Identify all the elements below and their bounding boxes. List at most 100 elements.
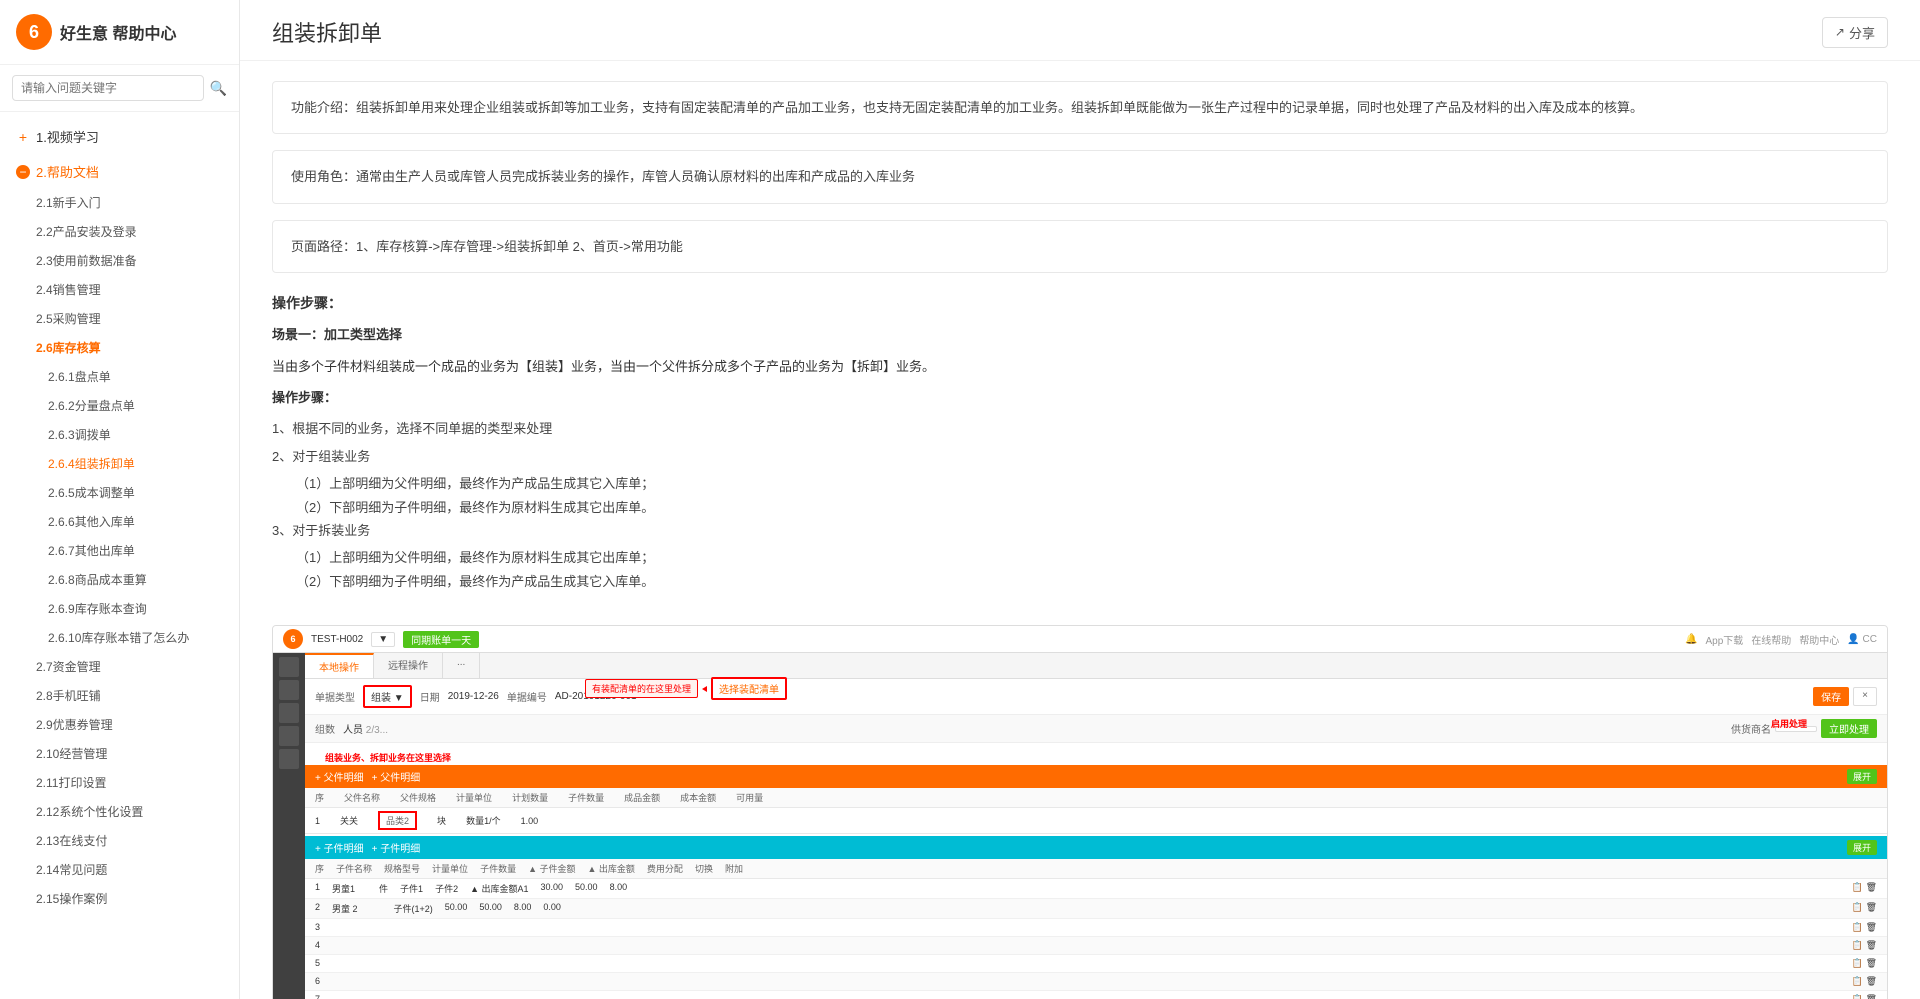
sim-td1-4: 块	[437, 814, 446, 827]
sidebar-item-print[interactable]: 2.11打印设置	[0, 768, 239, 797]
sim-main-content: 本地操作 远程操作 ... 单据类型 组装 ▼ 日期 2019-12-26 单据…	[305, 653, 1887, 999]
sidebar-item-inv267[interactable]: 2.6.7其他出库单	[0, 536, 239, 565]
sim-sub-tab2[interactable]: + 子件明细	[372, 840, 421, 855]
sidebar-item-inv262[interactable]: 2.6.2分量盘点单	[0, 391, 239, 420]
sidebar-item-inv263[interactable]: 2.6.3调拨单	[0, 420, 239, 449]
sidebar-item-inv265[interactable]: 2.6.5成本调整单	[0, 478, 239, 507]
sim-str2-6: 50.00	[445, 902, 468, 915]
sim-sb-icon4	[279, 726, 299, 746]
page-title: 组装拆卸单	[272, 16, 382, 48]
nav-section-docs: 2.帮助文档 2.1新手入门 2.2产品安装及登录 2.3使用前数据准备 2.4…	[0, 155, 239, 913]
sim-sub-table-header: 序 子件名称 规格型号 计量单位 子件数量 ▲ 子件金额 ▲ 出库金额 费用分配…	[305, 859, 1887, 879]
sidebar-item-coupon[interactable]: 2.9优惠券管理	[0, 710, 239, 739]
sim-str1-5: 子件1	[400, 882, 423, 895]
sim-sub-form: 组数 人员 2/3... 组装业务、拆卸业务在这里选择 供货商名	[305, 715, 1887, 743]
sidebar-item-video[interactable]: 1.视频学习	[0, 120, 239, 153]
sim-form-label1: 单据类型	[315, 689, 355, 704]
sim-icon-app: App下载	[1706, 632, 1744, 647]
sidebar-item-cases[interactable]: 2.15操作案例	[0, 884, 239, 913]
sidebar-item-capital[interactable]: 2.7资金管理	[0, 652, 239, 681]
sim-sub-th2: 子件名称	[336, 862, 372, 875]
logo-area: 6 好生意 帮助中心	[0, 0, 239, 65]
search-button[interactable]: 🔍	[210, 80, 227, 97]
sim-save-btn[interactable]: 保存	[1813, 687, 1849, 706]
logo-text: 好生意 帮助中心	[60, 20, 176, 44]
sim-clearlist-btn[interactable]: 选择装配清单	[711, 677, 787, 700]
sidebar-item-inv268[interactable]: 2.6.8商品成本重算	[0, 565, 239, 594]
sim-str4-ops: 📋 🗑	[1852, 940, 1877, 951]
sim-tab-active[interactable]: 本地操作	[305, 653, 374, 678]
share-button[interactable]: ↗ 分享	[1822, 17, 1888, 48]
sim-sub-row3: 3 📋 🗑	[305, 919, 1887, 937]
screenshot-container: 6 TEST-H002 ▼ 同期账单一天 🔔 App下载 在线帮助 帮助中心 👤…	[272, 625, 1888, 999]
sim-count-value: 人员 2/3...	[343, 721, 388, 736]
sim-form-header: 单据类型 组装 ▼ 日期 2019-12-26 单据编号 AD-20191226…	[305, 679, 1887, 715]
sim-icon-center: 帮助中心	[1799, 632, 1839, 647]
sim-icon-help: 在线帮助	[1751, 632, 1791, 647]
sim-expand-btn[interactable]: 展开	[1847, 769, 1877, 784]
sim-left-sidebar	[273, 653, 305, 999]
sim-str1-10: 8.00	[610, 882, 628, 895]
sim-sub-expand-btn[interactable]: 展开	[1847, 840, 1877, 855]
sim-sb-icon2	[279, 680, 299, 700]
sim-str2-ops: 📋 🗑	[1852, 902, 1877, 915]
sim-sub-section-header: + 子件明细 + 子件明细 展开	[305, 836, 1887, 859]
sidebar-item-data[interactable]: 2.3使用前数据准备	[0, 246, 239, 275]
intro-box: 功能介绍：组装拆卸单用来处理企业组装或拆卸等加工业务，支持有固定装配清单的产品加…	[272, 81, 1888, 134]
sidebar-item-docs[interactable]: 2.帮助文档	[0, 155, 239, 188]
sim-sub-row7: 7 📋 🗑	[305, 991, 1887, 999]
sidebar-item-new[interactable]: 2.1新手入门	[0, 188, 239, 217]
sim-process-btn[interactable]: 立即处理	[1821, 719, 1877, 738]
role-text: 使用角色：通常由生产人员或库管人员完成拆装业务的操作，库管人员确认原材料的出库和…	[291, 169, 915, 184]
minus-icon	[16, 165, 30, 179]
sidebar-item-faq[interactable]: 2.14常见问题	[0, 855, 239, 884]
step3-sub1: （1）上部明细为父件明细，最终作为原材料生成其它出库单；	[296, 546, 1888, 569]
sidebar-item-manage[interactable]: 2.10经营管理	[0, 739, 239, 768]
sim-sub-th6: ▲ 子件金额	[528, 862, 575, 875]
sidebar-item-install[interactable]: 2.2产品安装及登录	[0, 217, 239, 246]
sidebar-item-inventory[interactable]: 2.6库存核算	[0, 333, 239, 362]
share-icon: ↗	[1835, 25, 1845, 39]
sim-str3-1: 3	[315, 922, 320, 933]
sim-str5-1: 5	[315, 958, 320, 969]
sidebar-item-inv266[interactable]: 2.6.6其他入库单	[0, 507, 239, 536]
main-area: 组装拆卸单 ↗ 分享 功能介绍：组装拆卸单用来处理企业组装或拆卸等加工业务，支持…	[240, 0, 1920, 999]
sim-section-tab2[interactable]: + 父件明细	[372, 769, 421, 784]
logo-icon: 6	[16, 14, 52, 50]
sim-extra-label: 供货商名	[1731, 721, 1771, 736]
step3: 3、对于拆装业务	[272, 519, 1888, 542]
sim-th9: 可用量	[736, 791, 763, 804]
sim-tab2[interactable]: 远程操作	[374, 653, 443, 678]
sim-sub-th9: 切换	[695, 862, 713, 875]
sim-section-tab1[interactable]: + 父件明细	[315, 769, 364, 784]
sim-close-btn[interactable]: ×	[1853, 687, 1877, 706]
sim-section-header: + 父件明细 + 父件明细 展开	[305, 765, 1887, 788]
sim-sub-tab1[interactable]: + 子件明细	[315, 840, 364, 855]
sim-str2-9: 0.00	[543, 902, 561, 915]
search-input[interactable]	[12, 75, 204, 101]
sim-sub-th10: 附加	[725, 862, 743, 875]
sim-sub-table-body: 1 男童1 件 子件1 子件2 ▲ 出库金额A1 30.00 50.00 8.0…	[305, 879, 1887, 999]
sim-th8: 成本金额	[680, 791, 716, 804]
sidebar-item-purchase[interactable]: 2.5采购管理	[0, 304, 239, 333]
sim-btn-green[interactable]: 同期账单一天	[403, 631, 479, 648]
sidebar-item-inv264[interactable]: 2.6.4组装拆卸单	[0, 449, 239, 478]
sidebar-item-mobile[interactable]: 2.8手机旺铺	[0, 681, 239, 710]
sidebar-item-custom[interactable]: 2.12系统个性化设置	[0, 797, 239, 826]
sim-tab3[interactable]: ...	[443, 653, 480, 678]
step-list: 1、根据不同的业务，选择不同单据的类型来处理 2、对于组装业务 （1）上部明细为…	[272, 417, 1888, 593]
sim-td1-5: 数量1/个	[466, 814, 501, 827]
sidebar-item-inv2610[interactable]: 2.6.10库存账本错了怎么办	[0, 623, 239, 652]
sidebar-item-sales[interactable]: 2.4销售管理	[0, 275, 239, 304]
sim-th4: 计量单位	[456, 791, 492, 804]
sim-ordernum-label: 单据编号	[507, 689, 547, 704]
sidebar-item-payment[interactable]: 2.13在线支付	[0, 826, 239, 855]
sidebar-item-inv261[interactable]: 2.6.1盘点单	[0, 362, 239, 391]
path-box: 页面路径：1、库存核算->库存管理->组装拆卸单 2、首页->常用功能	[272, 220, 1888, 273]
sidebar-item-inv269[interactable]: 2.6.9库存账本查询	[0, 594, 239, 623]
sim-td1-3[interactable]: 品类2	[378, 811, 417, 830]
sim-type-selector[interactable]: 组装 ▼	[363, 685, 412, 708]
steps-section: 操作步骤： 场景一：加工类型选择 当由多个子件材料组装成一个成品的业务为【组装】…	[272, 289, 1888, 613]
sim-tabs: 本地操作 远程操作 ...	[305, 653, 1887, 679]
sim-selector[interactable]: ▼	[371, 632, 395, 647]
